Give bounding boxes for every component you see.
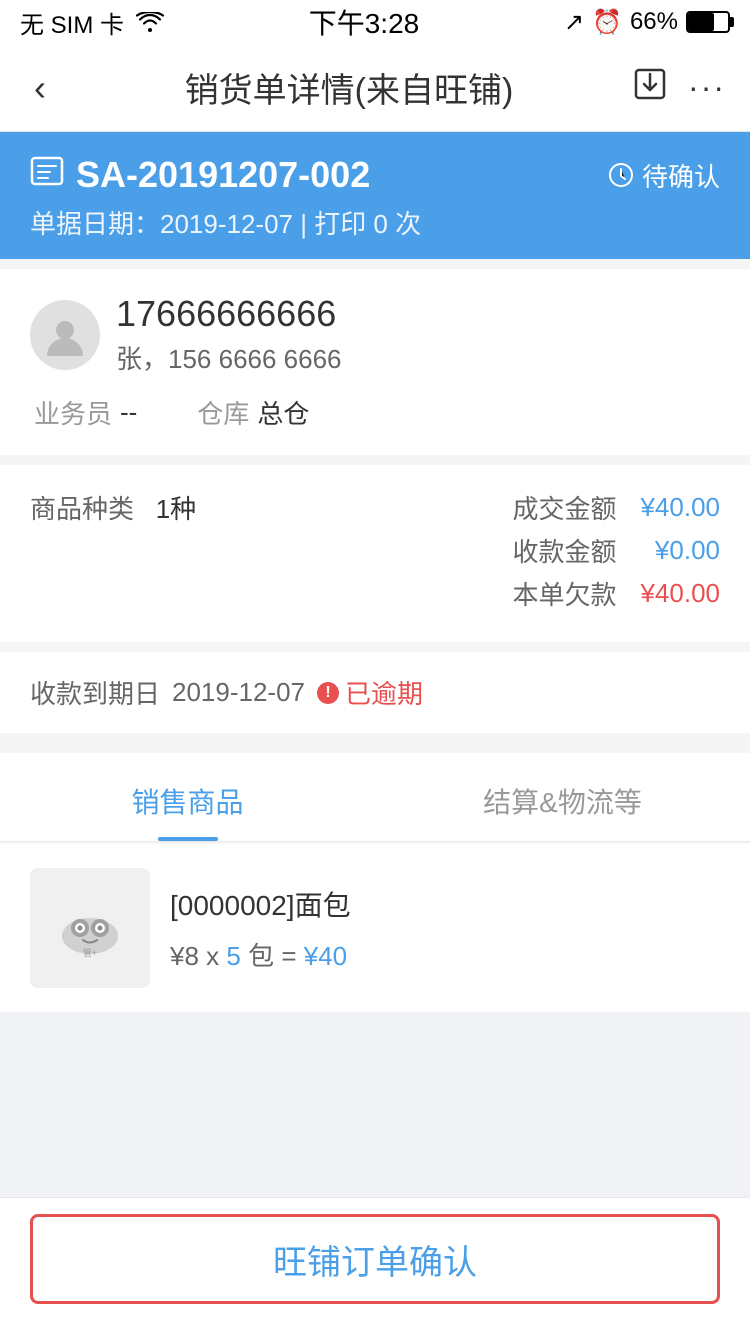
tab-sales[interactable]: 销售商品 xyxy=(0,753,375,841)
battery-icon xyxy=(686,11,730,33)
bottom-bar: 旺铺订单确认 xyxy=(0,1197,750,1334)
amount-value: ¥40.00 xyxy=(640,492,720,523)
status-left: 无 SIM 卡 xyxy=(20,5,164,40)
battery-percent: 66% xyxy=(630,8,678,36)
alarm-icon: ⏰ xyxy=(592,8,622,37)
customer-phone: 17666666666 xyxy=(116,293,342,335)
salesperson-meta: 业务员 -- xyxy=(34,394,137,431)
product-list: 管+ [0000002]面包 ¥8 x 5 包 = ¥40 xyxy=(0,844,750,1012)
received-row: 收款金额 ¥0.00 xyxy=(512,532,720,569)
divider-2 xyxy=(0,642,750,652)
due-section: 收款到期日 2019-12-07 ! 已逾期 xyxy=(0,652,750,733)
type-label: 商品种类 xyxy=(30,494,134,524)
amount-row: 成交金额 ¥40.00 xyxy=(512,489,720,526)
summary-section: 商品种类 1种 成交金额 ¥40.00 收款金额 ¥0.00 本单欠款 ¥40.… xyxy=(0,465,750,642)
product-info: [0000002]面包 ¥8 x 5 包 = ¥40 xyxy=(170,884,720,973)
overdue-text: 已逾期 xyxy=(345,674,423,711)
product-item: 管+ [0000002]面包 ¥8 x 5 包 = ¥40 xyxy=(0,844,750,1012)
order-date: 单据日期：2019-12-07 | 打印 0 次 xyxy=(30,204,720,241)
export-button[interactable] xyxy=(632,66,668,110)
product-price-row: ¥8 x 5 包 = ¥40 xyxy=(170,936,720,973)
order-id: SA-20191207-002 xyxy=(76,154,370,196)
equals-sign: = xyxy=(281,941,303,971)
divider-3 xyxy=(0,733,750,743)
warehouse-meta: 仓库 总仓 xyxy=(197,394,309,431)
tab-settlement[interactable]: 结算&物流等 xyxy=(375,753,750,841)
more-button[interactable]: ··· xyxy=(688,69,726,106)
due-label: 收款到期日 xyxy=(30,674,160,711)
svg-text:管+: 管+ xyxy=(83,947,97,958)
status-right: ↗ ⏰ 66% xyxy=(564,8,730,37)
tabs-section: 销售商品 结算&物流等 xyxy=(0,753,750,842)
product-thumbnail: 管+ xyxy=(30,868,150,988)
order-banner: SA-20191207-002 待确认 单据日期：2019-12-07 | 打印… xyxy=(0,132,750,259)
divider-1 xyxy=(0,455,750,465)
overdue-badge: ! 已逾期 xyxy=(317,674,423,711)
overdue-dot-icon: ! xyxy=(317,682,339,704)
nav-bar: ‹ 销货单详情(来自旺铺) ··· xyxy=(0,44,750,132)
amount-label: 成交金额 xyxy=(512,489,616,526)
status-time: 下午3:28 xyxy=(309,2,420,42)
warehouse-label: 仓库 xyxy=(197,394,249,431)
order-icon xyxy=(30,156,64,194)
summary-left: 商品种类 1种 xyxy=(30,489,196,526)
customer-avatar xyxy=(30,300,100,370)
confirm-order-button[interactable]: 旺铺订单确认 xyxy=(30,1214,720,1304)
due-date: 2019-12-07 xyxy=(172,677,305,708)
type-value: 1种 xyxy=(156,494,196,524)
owed-value: ¥40.00 xyxy=(640,578,720,609)
product-total: ¥40 xyxy=(304,941,347,971)
product-unit: 包 xyxy=(248,941,274,971)
status-text: 待确认 xyxy=(642,157,720,194)
customer-name: 张，156 6666 6666 xyxy=(116,339,342,376)
salesperson-value: -- xyxy=(120,397,137,428)
carrier-text: 无 SIM 卡 xyxy=(20,5,124,40)
status-bar: 无 SIM 卡 下午3:28 ↗ ⏰ 66% xyxy=(0,0,750,44)
received-value: ¥0.00 xyxy=(655,535,720,566)
product-name: [0000002]面包 xyxy=(170,884,720,924)
received-label: 收款金额 xyxy=(512,532,616,569)
salesperson-label: 业务员 xyxy=(34,394,112,431)
product-price: ¥8 xyxy=(170,941,199,971)
order-status: 待确认 xyxy=(608,157,720,194)
warehouse-value: 总仓 xyxy=(257,394,309,431)
wifi-icon xyxy=(136,12,164,32)
multiply-sign: x xyxy=(206,941,226,971)
owed-row: 本单欠款 ¥40.00 xyxy=(512,575,720,612)
nav-actions: ··· xyxy=(632,66,726,110)
back-button[interactable]: ‹ xyxy=(24,57,56,119)
summary-right: 成交金额 ¥40.00 收款金额 ¥0.00 本单欠款 ¥40.00 xyxy=(512,489,720,618)
product-qty: 5 xyxy=(226,941,240,971)
location-icon: ↗ xyxy=(564,8,584,37)
owed-label: 本单欠款 xyxy=(512,575,616,612)
confirm-label: 旺铺订单确认 xyxy=(273,1235,477,1284)
page-title: 销货单详情(来自旺铺) xyxy=(66,63,632,112)
customer-section: 17666666666 张，156 6666 6666 业务员 -- 仓库 总仓 xyxy=(0,269,750,455)
